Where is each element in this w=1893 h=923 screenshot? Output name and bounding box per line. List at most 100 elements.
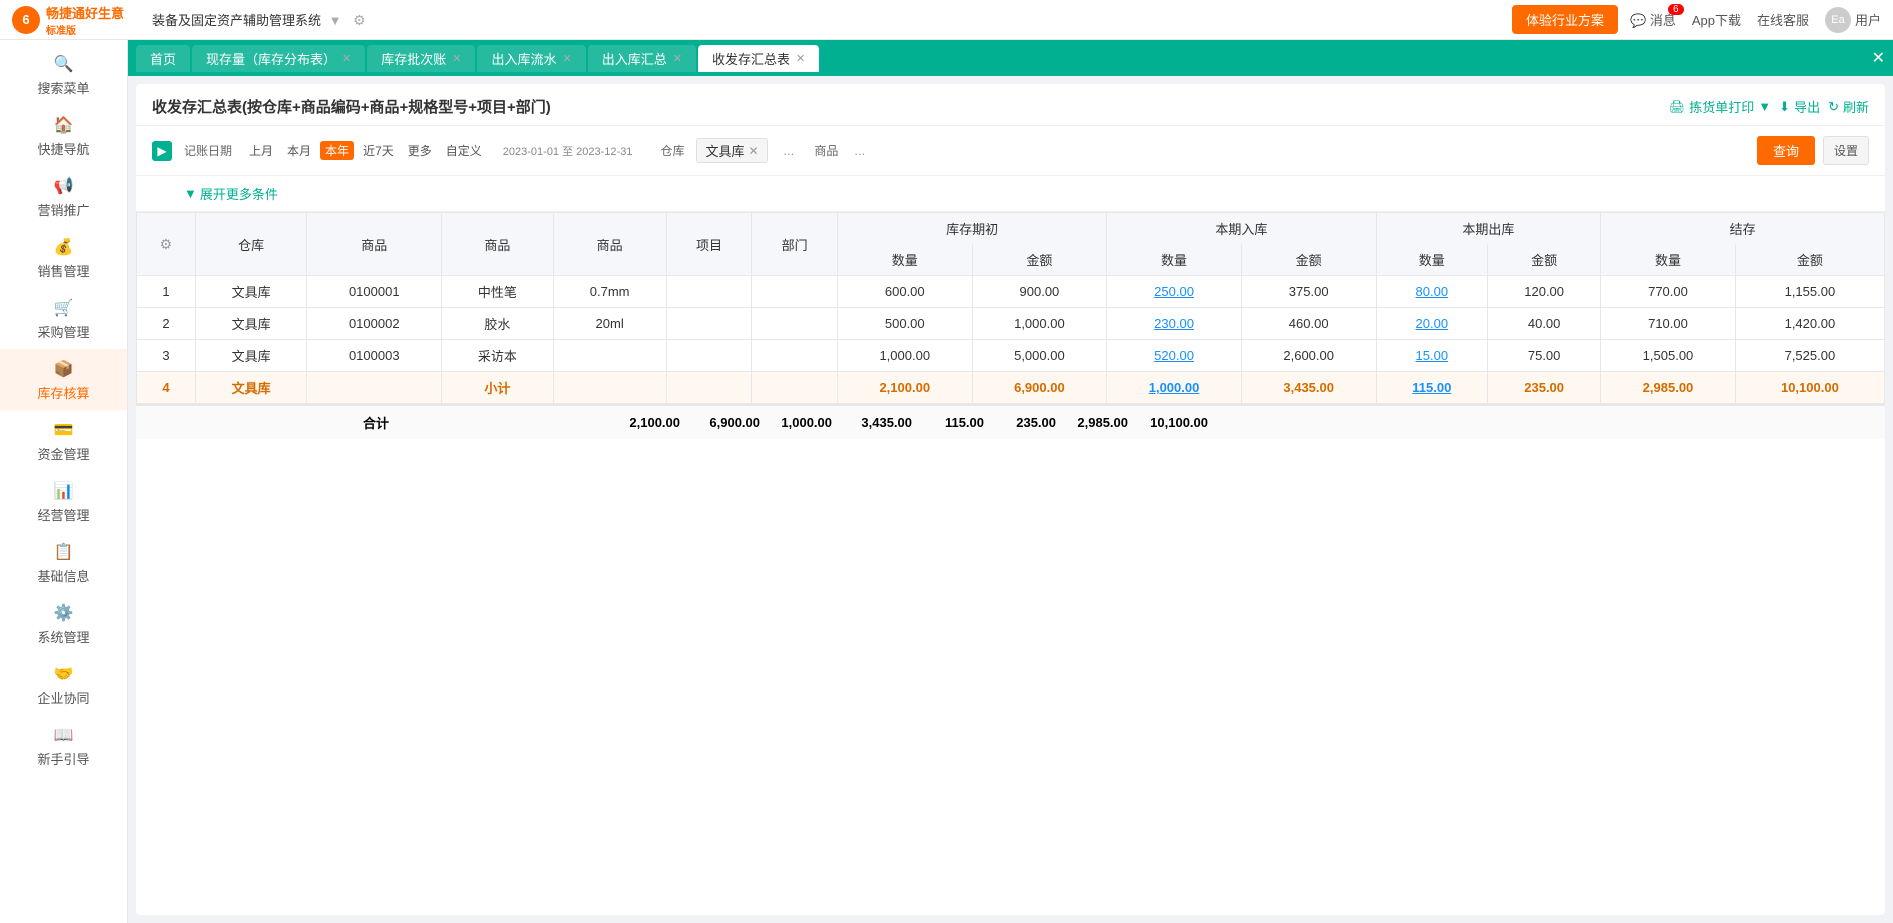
tab-home[interactable]: 首页 bbox=[136, 45, 190, 72]
goods-label: 商品 bbox=[814, 142, 838, 159]
sidebar-item-sales[interactable]: 💰 销售管理 bbox=[0, 227, 127, 288]
date-opt-custom[interactable]: 自定义 bbox=[441, 141, 487, 160]
row-out-qty[interactable]: 15.00 bbox=[1376, 340, 1488, 372]
row-project bbox=[666, 340, 752, 372]
system-name: 装备及固定资产辅助管理系统 ▼ ⚙ bbox=[152, 10, 1500, 29]
tab-close-recv-send[interactable]: ✕ bbox=[796, 52, 805, 65]
sidebar-label-system: 系统管理 bbox=[37, 627, 89, 646]
query-btn[interactable]: 查询 bbox=[1757, 136, 1815, 165]
row-out-qty[interactable]: 20.00 bbox=[1376, 308, 1488, 340]
row-balance-amt: 1,155.00 bbox=[1735, 276, 1884, 308]
warehouse-tag-remove[interactable]: ✕ bbox=[748, 144, 758, 158]
tab-summary-inout[interactable]: 出入库汇总 ✕ bbox=[588, 45, 696, 72]
col-group-out: 本期出库 bbox=[1376, 213, 1601, 245]
row-in-qty[interactable]: 250.00 bbox=[1107, 276, 1242, 308]
sidebar-item-operation[interactable]: 📊 经营管理 bbox=[0, 471, 127, 532]
message-badge[interactable]: 💬 消息 6 bbox=[1630, 10, 1676, 29]
row-no: 3 bbox=[137, 340, 196, 372]
tab-close-all[interactable]: ✕ bbox=[1872, 48, 1885, 68]
enterprise-icon: 🤝 bbox=[54, 664, 74, 684]
footer-out-amt: 235.00 bbox=[992, 415, 1064, 430]
expand-conditions-btn[interactable]: ▼ 展开更多条件 bbox=[184, 180, 1869, 207]
row-in-qty-link[interactable]: 250.00 bbox=[1154, 284, 1194, 299]
row-out-qty[interactable]: 115.00 bbox=[1376, 372, 1488, 404]
date-opt-7days[interactable]: 近7天 bbox=[358, 141, 399, 160]
tab-batch[interactable]: 库存批次账 ✕ bbox=[367, 45, 475, 72]
row-balance-qty: 710.00 bbox=[1601, 308, 1736, 340]
table-row: 2文具库0100002胶水20ml500.001,000.00230.00460… bbox=[137, 308, 1885, 340]
tab-close-batch[interactable]: ✕ bbox=[452, 52, 461, 65]
date-opt-last-month[interactable]: 上月 bbox=[244, 141, 278, 160]
table-row: 1文具库0100001中性笔0.7mm600.00900.00250.00375… bbox=[137, 276, 1885, 308]
sub-col-opening-amt: 金额 bbox=[972, 244, 1107, 276]
col-gear[interactable]: ⚙ bbox=[137, 213, 196, 276]
online-service-link[interactable]: 在线客服 bbox=[1757, 10, 1809, 29]
row-opening-amt: 6,900.00 bbox=[972, 372, 1107, 404]
user-area[interactable]: Ea 用户 bbox=[1825, 7, 1881, 33]
goods-more-dots[interactable]: ... bbox=[854, 143, 865, 158]
tab-recv-send[interactable]: 收发存汇总表 ✕ bbox=[698, 45, 819, 72]
row-out-qty[interactable]: 80.00 bbox=[1376, 276, 1488, 308]
row-opening-qty: 500.00 bbox=[837, 308, 972, 340]
col-group-balance: 结存 bbox=[1601, 213, 1885, 245]
tab-flow[interactable]: 出入库流水 ✕ bbox=[477, 45, 585, 72]
column-settings-icon[interactable]: ⚙ bbox=[160, 236, 173, 252]
app-download-link[interactable]: App下载 bbox=[1692, 10, 1741, 29]
sub-col-out-qty: 数量 bbox=[1376, 244, 1488, 276]
row-in-qty[interactable]: 230.00 bbox=[1107, 308, 1242, 340]
row-spec bbox=[553, 372, 666, 404]
filter-toggle-btn[interactable]: ▶ bbox=[152, 141, 172, 161]
tab-inventory-dist[interactable]: 现存量（库存分布表） ✕ bbox=[192, 45, 365, 72]
footer-out-qty: 115.00 bbox=[920, 415, 992, 430]
row-goods: 采访本 bbox=[442, 340, 554, 372]
sidebar-item-marketing[interactable]: 📢 营销推广 bbox=[0, 166, 127, 227]
row-spec: 0.7mm bbox=[553, 276, 666, 308]
table-settings-btn[interactable]: 设置 bbox=[1823, 136, 1869, 165]
sidebar-item-baseinfo[interactable]: 📋 基础信息 bbox=[0, 532, 127, 593]
row-in-qty-link[interactable]: 520.00 bbox=[1154, 348, 1194, 363]
sidebar-item-search[interactable]: 🔍 搜索菜单 bbox=[0, 44, 127, 105]
tab-close-inventory-dist[interactable]: ✕ bbox=[342, 52, 351, 65]
print-btn[interactable]: 🖨 拣货单打印 ▼ bbox=[1669, 97, 1771, 116]
row-out-qty-link[interactable]: 20.00 bbox=[1416, 316, 1449, 331]
row-out-qty-link[interactable]: 115.00 bbox=[1412, 380, 1451, 395]
sidebar-item-quicknav[interactable]: 🏠 快捷导航 bbox=[0, 105, 127, 166]
table-row: 4文具库小计2,100.006,900.001,000.003,435.0011… bbox=[137, 372, 1885, 404]
row-in-amt: 460.00 bbox=[1241, 308, 1376, 340]
row-out-qty-link[interactable]: 15.00 bbox=[1416, 348, 1449, 363]
row-in-qty-link[interactable]: 1,000.00 bbox=[1149, 380, 1200, 395]
row-spec: 20ml bbox=[553, 308, 666, 340]
row-in-amt: 375.00 bbox=[1241, 276, 1376, 308]
data-table: ⚙ 仓库 商品 商品 商品 项目 部门 库存期初 本期入库 本期出库 结存 bbox=[136, 212, 1885, 404]
tab-close-flow[interactable]: ✕ bbox=[563, 52, 572, 65]
row-project bbox=[666, 276, 752, 308]
warehouse-more-dots[interactable]: ... bbox=[784, 143, 795, 158]
tab-close-summary-inout[interactable]: ✕ bbox=[673, 52, 682, 65]
settings-icon[interactable]: ⚙ bbox=[353, 12, 366, 28]
date-opt-more[interactable]: 更多 bbox=[403, 141, 437, 160]
row-warehouse: 文具库 bbox=[195, 308, 307, 340]
row-in-qty[interactable]: 520.00 bbox=[1107, 340, 1242, 372]
sidebar-label-marketing: 营销推广 bbox=[37, 200, 89, 219]
export-btn[interactable]: ⬇ 导出 bbox=[1779, 97, 1820, 116]
row-balance-qty: 770.00 bbox=[1601, 276, 1736, 308]
sidebar-item-enterprise[interactable]: 🤝 企业协同 bbox=[0, 654, 127, 715]
sub-col-in-qty: 数量 bbox=[1107, 244, 1242, 276]
refresh-btn[interactable]: ↻ 刷新 bbox=[1828, 97, 1869, 116]
filter-action-group: 查询 设置 bbox=[1757, 136, 1869, 165]
sidebar-item-newguide[interactable]: 📖 新手引导 bbox=[0, 715, 127, 776]
row-out-qty-link[interactable]: 80.00 bbox=[1416, 284, 1449, 299]
sidebar-item-purchase[interactable]: 🛒 采购管理 bbox=[0, 288, 127, 349]
row-out-amt: 75.00 bbox=[1488, 340, 1601, 372]
try-industry-btn[interactable]: 体验行业方案 bbox=[1512, 5, 1618, 34]
row-code: 0100001 bbox=[307, 276, 442, 308]
sidebar-item-finance[interactable]: 💳 资金管理 bbox=[0, 410, 127, 471]
avatar: Ea bbox=[1825, 7, 1851, 33]
row-in-qty[interactable]: 1,000.00 bbox=[1107, 372, 1242, 404]
date-opt-this-year[interactable]: 本年 bbox=[320, 141, 354, 160]
date-opt-this-month[interactable]: 本月 bbox=[282, 141, 316, 160]
row-dept bbox=[752, 308, 838, 340]
sidebar-item-system[interactable]: ⚙️ 系统管理 bbox=[0, 593, 127, 654]
sidebar-item-inventory[interactable]: 📦 库存核算 bbox=[0, 349, 127, 410]
row-in-qty-link[interactable]: 230.00 bbox=[1154, 316, 1194, 331]
